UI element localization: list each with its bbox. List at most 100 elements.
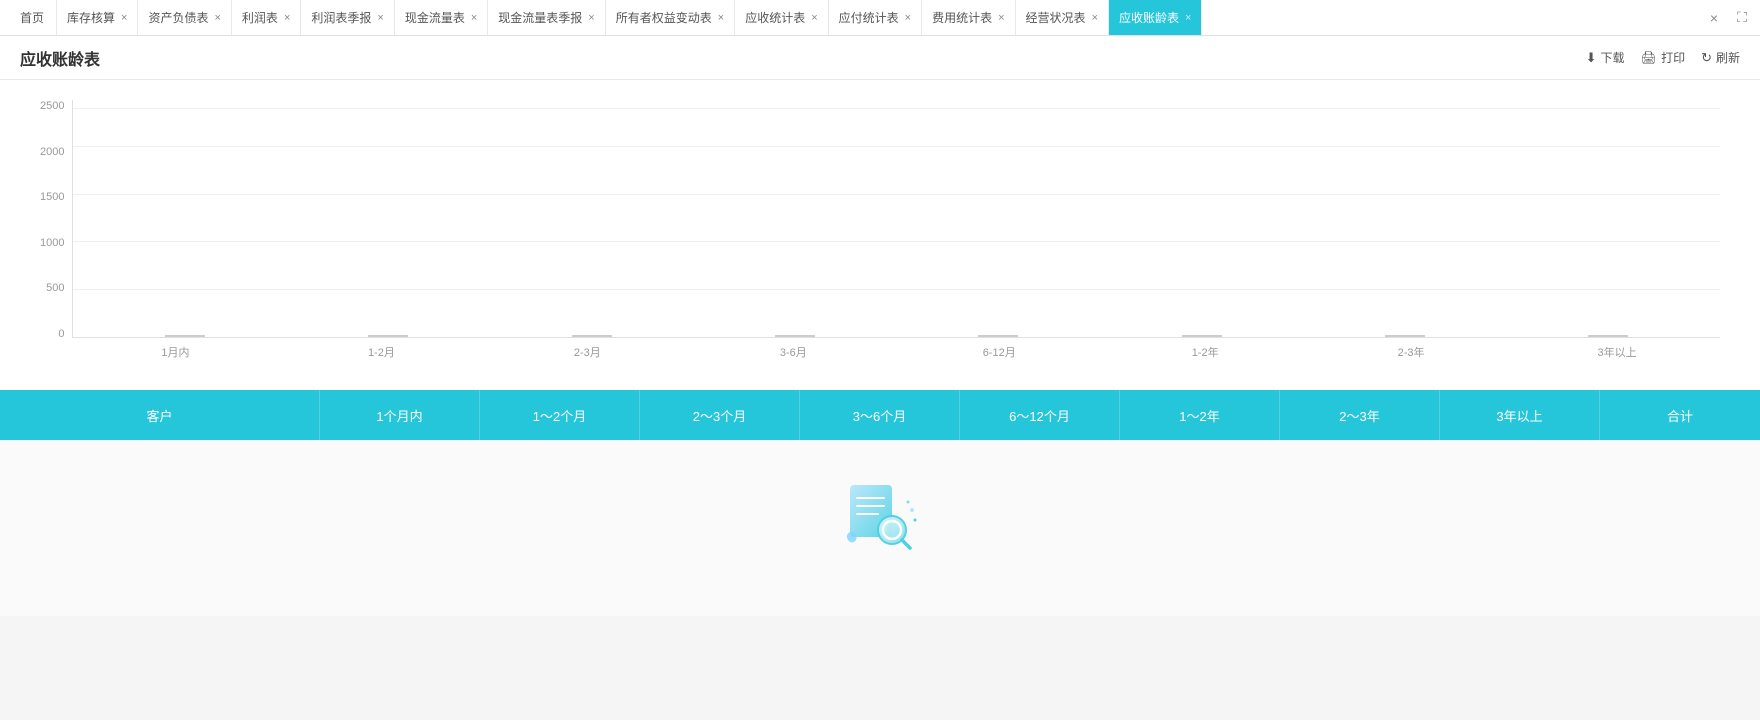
refresh-label: 刷新 <box>1716 49 1740 66</box>
y-label-2000: 2000 <box>40 146 64 158</box>
chart-area: 2500 2000 1500 1000 500 0 <box>0 80 1760 390</box>
tab-ar-aging-label: 应收账龄表 <box>1119 9 1179 26</box>
tab-ar-aging[interactable]: 应收账龄表 × <box>1109 0 1202 36</box>
chart-inner: 1月内1-2月2-3月3-6月6-12月1-2年2-3年3年以上 <box>72 100 1720 360</box>
bars-area <box>72 100 1720 338</box>
page-header: 应收账龄表 ⬇ 下载 🖨 打印 ↻ 刷新 <box>0 36 1760 80</box>
bar-0 <box>165 335 205 337</box>
x-label-3: 3-6月 <box>690 338 896 360</box>
tab-balance-sheet-close[interactable]: × <box>214 12 220 24</box>
tab-profit-quarterly-label: 利润表季报 <box>311 9 371 26</box>
tab-equity[interactable]: 所有者权益变动表 × <box>606 0 735 36</box>
y-label-1500: 1500 <box>40 191 64 203</box>
tab-cashflow-label: 现金流量表 <box>405 9 465 26</box>
tab-ap-stats-label: 应付统计表 <box>839 9 899 26</box>
tab-ar-stats-label: 应收统计表 <box>745 9 805 26</box>
table-header-cell-customer: 客户 <box>0 390 320 440</box>
table-header-cell-2-3y: 2～3年 <box>1280 390 1440 440</box>
table-header-cell-2-3m: 2～3个月 <box>640 390 800 440</box>
tab-cashflow-quarterly-label: 现金流量表季报 <box>498 9 582 26</box>
bar-4 <box>978 335 1018 337</box>
y-label-1000: 1000 <box>40 237 64 249</box>
download-button[interactable]: ⬇ 下载 <box>1586 49 1625 66</box>
bar-group-1 <box>287 335 490 337</box>
tab-profit[interactable]: 利润表 × <box>232 0 301 36</box>
refresh-icon: ↻ <box>1701 50 1712 66</box>
x-label-7: 3年以上 <box>1514 338 1720 360</box>
download-icon: ⬇ <box>1586 50 1597 66</box>
y-label-500: 500 <box>40 282 64 294</box>
table-header-cell-total: 合计 <box>1600 390 1760 440</box>
table-header-cell-within-1m: 1个月内 <box>320 390 480 440</box>
x-label-4: 6-12月 <box>896 338 1102 360</box>
bar-group-3 <box>693 335 896 337</box>
table-header-cell-3y-plus: 3年以上 <box>1440 390 1600 440</box>
x-label-5: 1-2年 <box>1102 338 1308 360</box>
x-axis: 1月内1-2月2-3月3-6月6-12月1-2年2-3年3年以上 <box>72 338 1720 360</box>
y-label-0: 0 <box>40 328 64 340</box>
print-button[interactable]: 🖨 打印 <box>1641 49 1686 66</box>
tab-expense-stats-label: 费用统计表 <box>932 9 992 26</box>
tab-ar-stats[interactable]: 应收统计表 × <box>735 0 828 36</box>
x-label-6: 2-3年 <box>1308 338 1514 360</box>
tab-balance-sheet[interactable]: 资产负债表 × <box>138 0 231 36</box>
print-icon: 🖨 <box>1641 50 1658 66</box>
bar-group-4 <box>897 335 1100 337</box>
window-maximize-button[interactable]: ⛶ <box>1732 8 1752 28</box>
empty-state <box>0 440 1760 616</box>
tab-operations[interactable]: 经营状况表 × <box>1016 0 1109 36</box>
tab-balance-sheet-label: 资产负债表 <box>148 9 208 26</box>
tab-cashflow-quarterly[interactable]: 现金流量表季报 × <box>488 0 605 36</box>
table-header-cell-1-2m: 1～2个月 <box>480 390 640 440</box>
table-header-cell-1-2y: 1～2年 <box>1120 390 1280 440</box>
tab-ap-stats[interactable]: 应付统计表 × <box>829 0 922 36</box>
print-label: 打印 <box>1661 49 1685 66</box>
bar-7 <box>1588 335 1628 337</box>
tab-cashflow-quarterly-close[interactable]: × <box>588 12 594 24</box>
x-label-1: 1-2月 <box>278 338 484 360</box>
tab-inventory-close[interactable]: × <box>121 12 127 24</box>
tab-operations-label: 经营状况表 <box>1026 9 1086 26</box>
bar-group-5 <box>1100 335 1303 337</box>
tab-expense-stats[interactable]: 费用统计表 × <box>922 0 1015 36</box>
bar-1 <box>368 335 408 337</box>
header-actions: ⬇ 下载 🖨 打印 ↻ 刷新 <box>1586 49 1740 66</box>
tab-profit-quarterly[interactable]: 利润表季报 × <box>301 0 394 36</box>
table-header-cell-3-6m: 3～6个月 <box>800 390 960 440</box>
tab-ar-aging-close[interactable]: × <box>1185 12 1191 24</box>
tab-equity-close[interactable]: × <box>718 12 724 24</box>
bar-2 <box>572 335 612 337</box>
empty-document-icon <box>840 480 920 560</box>
tab-cashflow-close[interactable]: × <box>471 12 477 24</box>
x-label-0: 1月内 <box>72 338 278 360</box>
tab-inventory[interactable]: 库存核算 × <box>57 0 138 36</box>
tab-profit-close[interactable]: × <box>284 12 290 24</box>
window-close-button[interactable]: × <box>1704 8 1724 28</box>
table-header-cell-6-12m: 6～12个月 <box>960 390 1120 440</box>
main-content: 2500 2000 1500 1000 500 0 <box>0 80 1760 616</box>
bar-3 <box>775 335 815 337</box>
tab-expense-stats-close[interactable]: × <box>998 12 1004 24</box>
table-header: 客户1个月内1～2个月2～3个月3～6个月6～12个月1～2年2～3年3年以上合… <box>0 390 1760 440</box>
y-axis: 2500 2000 1500 1000 500 0 <box>40 100 72 360</box>
tab-home[interactable]: 首页 <box>8 0 57 36</box>
tab-home-label: 首页 <box>20 9 44 26</box>
x-label-2: 2-3月 <box>484 338 690 360</box>
tab-ap-stats-close[interactable]: × <box>905 12 911 24</box>
bar-6 <box>1385 335 1425 337</box>
tab-operations-close[interactable]: × <box>1092 12 1098 24</box>
bar-group-6 <box>1303 335 1506 337</box>
tab-ar-stats-close[interactable]: × <box>811 12 817 24</box>
tab-profit-quarterly-close[interactable]: × <box>377 12 383 24</box>
window-controls: × ⛶ <box>1696 8 1752 28</box>
tab-profit-label: 利润表 <box>242 9 278 26</box>
download-label: 下载 <box>1601 49 1625 66</box>
chart-wrapper: 2500 2000 1500 1000 500 0 <box>40 100 1720 360</box>
refresh-button[interactable]: ↻ 刷新 <box>1701 49 1740 66</box>
page-title: 应收账龄表 <box>20 46 100 70</box>
tab-bar: 首页 库存核算 × 资产负债表 × 利润表 × 利润表季报 × 现金流量表 × … <box>0 0 1760 36</box>
tab-cashflow[interactable]: 现金流量表 × <box>395 0 488 36</box>
grid-lines <box>73 100 1720 337</box>
y-label-2500: 2500 <box>40 100 64 112</box>
bar-5 <box>1182 335 1222 337</box>
